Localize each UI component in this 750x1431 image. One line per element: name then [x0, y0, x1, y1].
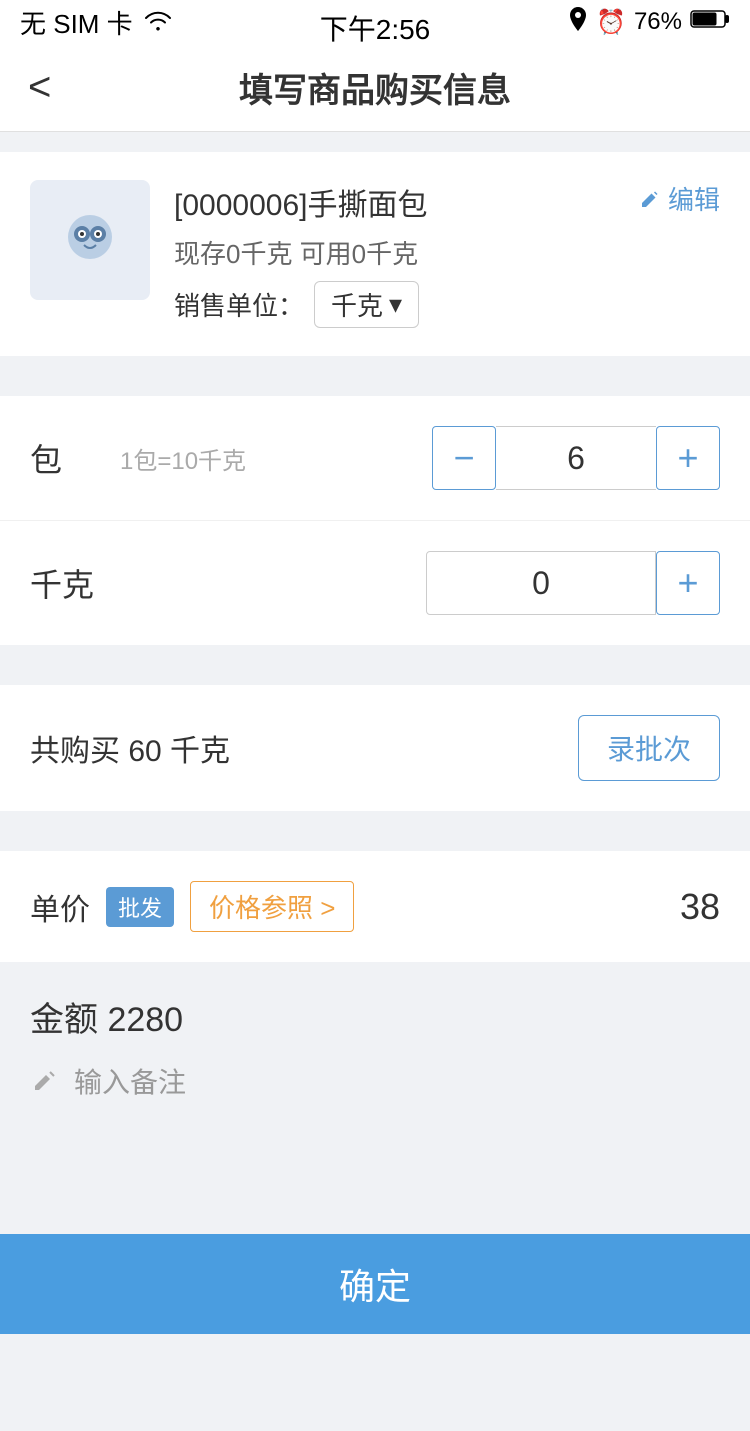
back-button[interactable]: <: [28, 65, 51, 110]
nav-bar: < 填写商品购买信息: [0, 44, 750, 132]
summary-section: 共购买 60 千克 录批次: [0, 685, 750, 811]
product-unit-row: 销售单位： 千克 ▾: [174, 281, 720, 328]
bao-stepper: − +: [432, 426, 720, 490]
price-label: 单价: [30, 885, 90, 929]
kg-increment-button[interactable]: +: [656, 551, 720, 615]
confirm-button[interactable]: 确定: [0, 1234, 750, 1334]
input-section: 包 1包=10千克 − + 千克 +: [0, 396, 750, 645]
kg-stepper: +: [426, 551, 720, 615]
carrier-text: 无 SIM 卡: [20, 4, 133, 41]
product-thumbnail: [30, 180, 150, 300]
product-stock: 现存0千克 可用0千克: [174, 234, 720, 271]
bao-increment-button[interactable]: +: [656, 426, 720, 490]
bao-row: 包 1包=10千克 − +: [0, 396, 750, 521]
alarm-icon: ⏰: [596, 8, 626, 37]
divider-4: [0, 831, 750, 851]
batch-button[interactable]: 录批次: [578, 715, 720, 781]
nav-title: 填写商品购买信息: [239, 63, 511, 112]
kg-input[interactable]: [426, 551, 656, 615]
unit-selector[interactable]: 千克 ▾: [314, 281, 419, 328]
summary-text: 共购买 60 千克: [30, 726, 230, 770]
amount-value: 2280: [107, 1001, 183, 1039]
price-value: 38: [680, 886, 720, 928]
divider-2: [0, 376, 750, 396]
dropdown-arrow-icon: ▾: [389, 289, 402, 320]
amount-section: 金额 2280 输入备注: [0, 962, 750, 1131]
note-label: 输入备注: [74, 1061, 186, 1101]
divider-3: [0, 665, 750, 685]
price-row: 单价 批发 价格参照 > 38: [30, 881, 720, 932]
note-row[interactable]: 输入备注: [30, 1061, 720, 1101]
amount-row: 金额 2280: [30, 992, 720, 1041]
status-right: ⏰ 76%: [568, 6, 730, 39]
bao-decrement-button[interactable]: −: [432, 426, 496, 490]
unit-label: 销售单位：: [174, 286, 304, 323]
bao-label: 包: [30, 435, 110, 481]
bao-hint: 1包=10千克: [120, 441, 432, 476]
battery-text: 76%: [634, 8, 682, 36]
kg-row: 千克 +: [0, 521, 750, 645]
price-badge: 批发: [106, 887, 174, 927]
wifi-icon: [143, 7, 173, 38]
status-time: 下午2:56: [320, 8, 431, 48]
battery-icon: [690, 8, 730, 36]
divider-1: [0, 132, 750, 152]
edit-button[interactable]: 编辑: [638, 180, 720, 217]
bao-input[interactable]: [496, 426, 656, 490]
kg-label: 千克: [30, 560, 110, 606]
location-icon: [568, 6, 588, 39]
status-bar: 无 SIM 卡 下午2:56 ⏰ 76%: [0, 0, 750, 44]
status-left: 无 SIM 卡: [20, 4, 173, 41]
pencil-icon: [30, 1066, 60, 1096]
price-ref-button[interactable]: 价格参照 >: [190, 881, 354, 932]
product-section: [0000006]手撕面包 现存0千克 可用0千克 销售单位： 千克 ▾ 编辑: [0, 152, 750, 356]
price-section: 单价 批发 价格参照 > 38: [0, 851, 750, 962]
amount-label: 金额: [30, 1001, 107, 1039]
